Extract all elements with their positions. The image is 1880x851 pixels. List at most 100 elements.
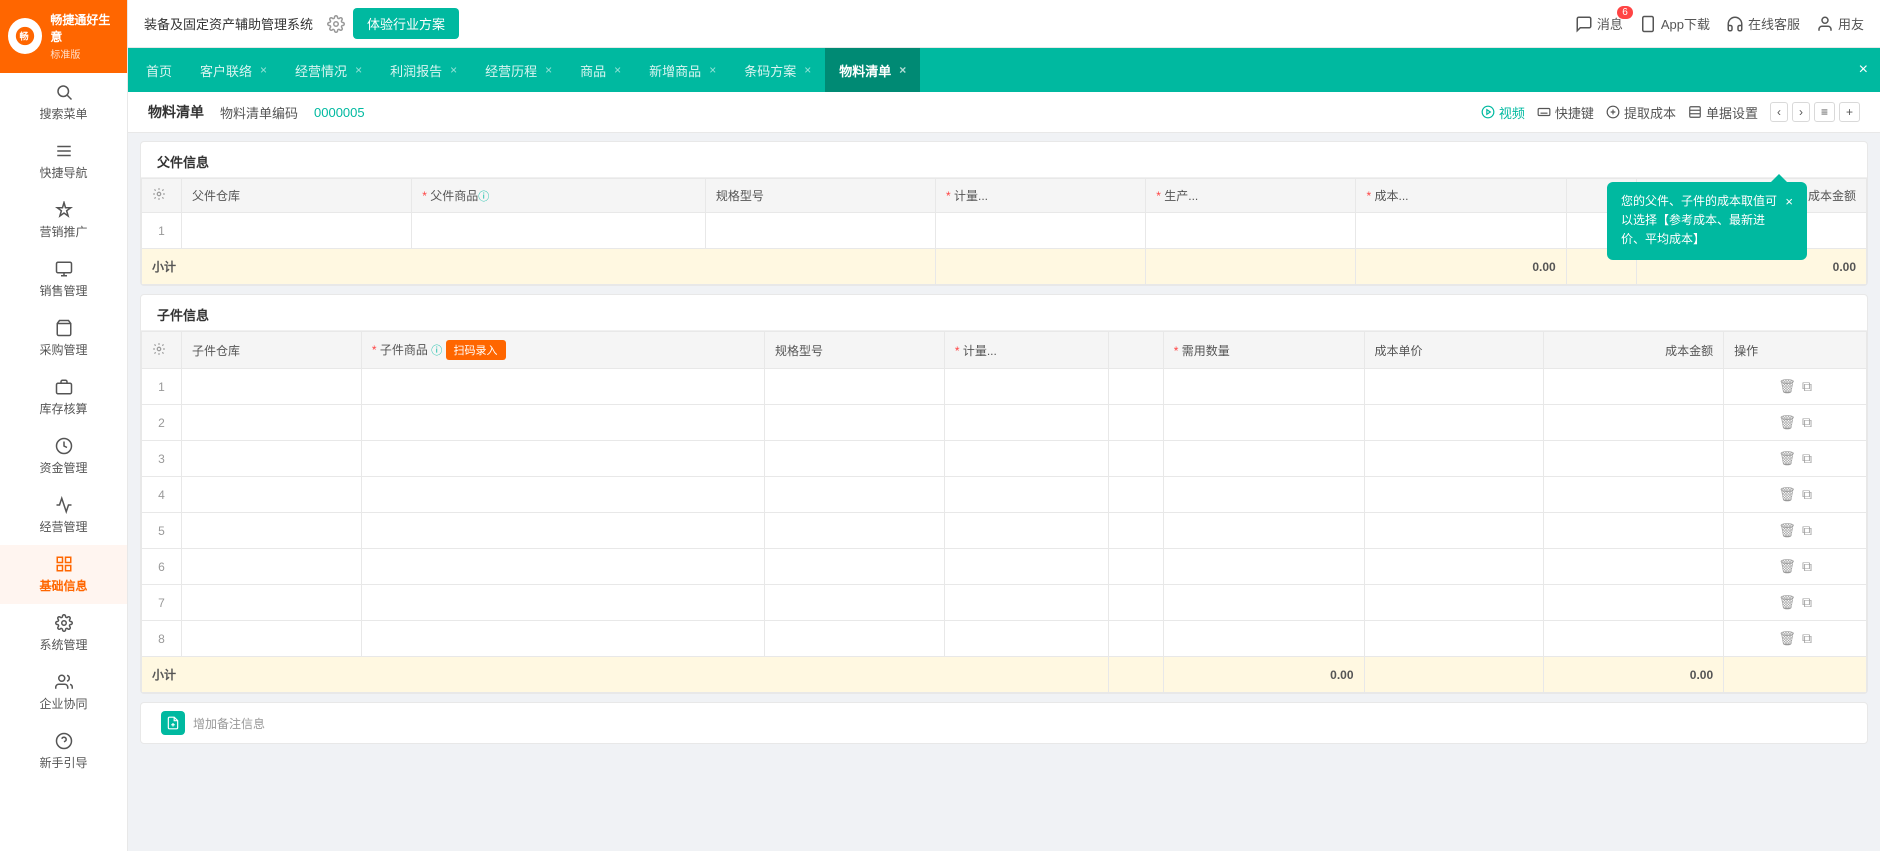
child-row-2-spec[interactable] xyxy=(765,405,945,441)
child-row-2-delete-icon[interactable]: 🗑 xyxy=(1778,414,1796,431)
child-row-7-unit-cost[interactable] xyxy=(1364,585,1544,621)
app-download-button[interactable]: App下载 xyxy=(1639,14,1710,33)
child-row-6-product[interactable] xyxy=(361,549,764,585)
child-row-8-product[interactable] xyxy=(361,621,764,657)
child-row-7-product[interactable] xyxy=(361,585,764,621)
child-row-3-product[interactable] xyxy=(361,441,764,477)
tooltip-close-button[interactable]: × xyxy=(1785,192,1793,213)
nav-add-button[interactable]: + xyxy=(1839,102,1860,122)
child-row-3-copy-icon[interactable]: ⧉ xyxy=(1802,450,1812,467)
child-row-8-warehouse[interactable] xyxy=(182,621,362,657)
parent-row-1-produce[interactable] xyxy=(1146,213,1356,249)
child-row-3-warehouse[interactable] xyxy=(182,441,362,477)
tab-profit[interactable]: 利润报告 × xyxy=(376,48,471,92)
child-row-8-delete-icon[interactable]: 🗑 xyxy=(1778,630,1796,647)
child-row-6-copy-icon[interactable]: ⧉ xyxy=(1802,558,1812,575)
tab-goods-close[interactable]: × xyxy=(614,63,621,77)
parent-row-1-product[interactable] xyxy=(412,213,706,249)
tab-operation-close[interactable]: × xyxy=(355,63,362,77)
tab-new-goods[interactable]: 新增商品 × xyxy=(635,48,730,92)
message-button[interactable]: 消息 6 xyxy=(1575,14,1623,33)
extract-cost-action[interactable]: 提取成本 xyxy=(1606,103,1676,122)
child-row-6-delete-icon[interactable]: 🗑 xyxy=(1778,558,1796,575)
user-menu[interactable]: 用友 xyxy=(1816,14,1864,33)
child-row-4-unit-cost[interactable] xyxy=(1364,477,1544,513)
child-row-3-spec[interactable] xyxy=(765,441,945,477)
tab-bom-close[interactable]: × xyxy=(899,63,906,77)
child-row-4-copy-icon[interactable]: ⧉ xyxy=(1802,486,1812,503)
child-row-3-delete-icon[interactable]: 🗑 xyxy=(1778,450,1796,467)
sidebar-item-basic[interactable]: 基础信息 xyxy=(0,545,127,604)
child-row-2-copy-icon[interactable]: ⧉ xyxy=(1802,414,1812,431)
child-row-2-qty[interactable] xyxy=(1163,405,1364,441)
tab-history[interactable]: 经营历程 × xyxy=(471,48,566,92)
sidebar-item-marketing[interactable]: 营销推广 xyxy=(0,191,127,250)
shortcut-action[interactable]: 快捷键 xyxy=(1537,103,1594,122)
child-row-8-spec[interactable] xyxy=(765,621,945,657)
child-row-8-copy-icon[interactable]: ⧉ xyxy=(1802,630,1812,647)
child-row-7-warehouse[interactable] xyxy=(182,585,362,621)
child-row-5-qty[interactable] xyxy=(1163,513,1364,549)
sidebar-item-coop[interactable]: 企业协同 xyxy=(0,663,127,722)
child-row-8-qty[interactable] xyxy=(1163,621,1364,657)
tab-customer[interactable]: 客户联络 × xyxy=(186,48,281,92)
tab-history-close[interactable]: × xyxy=(545,63,552,77)
nav-list-button[interactable]: ≡ xyxy=(1814,102,1835,122)
tab-barcode-close[interactable]: × xyxy=(804,63,811,77)
scan-input-button[interactable]: 扫码录入 xyxy=(446,340,506,360)
child-row-1-warehouse[interactable] xyxy=(182,369,362,405)
child-row-5-spec[interactable] xyxy=(765,513,945,549)
child-row-4-unit[interactable] xyxy=(944,477,1108,513)
child-row-7-spec[interactable] xyxy=(765,585,945,621)
single-setting-action[interactable]: 单据设置 xyxy=(1688,103,1758,122)
view-action[interactable]: 视频 xyxy=(1481,103,1525,122)
parent-row-1-spec[interactable] xyxy=(705,213,935,249)
child-row-3-qty[interactable] xyxy=(1163,441,1364,477)
tab-new-goods-close[interactable]: × xyxy=(709,63,716,77)
child-row-7-unit[interactable] xyxy=(944,585,1108,621)
child-row-5-unit[interactable] xyxy=(944,513,1108,549)
child-row-2-unit-cost[interactable] xyxy=(1364,405,1544,441)
gear-icon[interactable] xyxy=(327,15,345,33)
nav-prev-button[interactable]: ‹ xyxy=(1770,102,1788,122)
tab-goods[interactable]: 商品 × xyxy=(566,48,635,92)
child-row-3-unit-cost[interactable] xyxy=(1364,441,1544,477)
nav-next-button[interactable]: › xyxy=(1792,102,1810,122)
child-row-6-qty[interactable] xyxy=(1163,549,1364,585)
bottom-hint[interactable]: 增加备注信息 xyxy=(140,702,1868,744)
child-row-4-delete-icon[interactable]: 🗑 xyxy=(1778,486,1796,503)
child-row-8-unit[interactable] xyxy=(944,621,1108,657)
sidebar-item-system[interactable]: 系统管理 xyxy=(0,604,127,663)
child-row-1-unit-cost[interactable] xyxy=(1364,369,1544,405)
sidebar-item-stock[interactable]: 库存核算 xyxy=(0,368,127,427)
child-row-5-delete-icon[interactable]: 🗑 xyxy=(1778,522,1796,539)
tab-barcode[interactable]: 条码方案 × xyxy=(730,48,825,92)
child-row-8-unit-cost[interactable] xyxy=(1364,621,1544,657)
child-row-3-unit[interactable] xyxy=(944,441,1108,477)
child-row-4-product[interactable] xyxy=(361,477,764,513)
child-row-1-spec[interactable] xyxy=(765,369,945,405)
child-row-1-unit[interactable] xyxy=(944,369,1108,405)
close-all-tabs[interactable]: × xyxy=(1847,61,1880,79)
child-row-1-product[interactable] xyxy=(361,369,764,405)
child-row-5-warehouse[interactable] xyxy=(182,513,362,549)
settings-icon[interactable] xyxy=(152,187,166,201)
child-row-4-spec[interactable] xyxy=(765,477,945,513)
sidebar-item-purchase[interactable]: 采购管理 xyxy=(0,309,127,368)
child-row-1-copy-icon[interactable]: ⧉ xyxy=(1802,378,1812,395)
child-row-1-delete-icon[interactable]: 🗑 xyxy=(1778,378,1796,395)
industry-plan-button[interactable]: 体验行业方案 xyxy=(353,8,459,39)
child-row-5-product[interactable] xyxy=(361,513,764,549)
child-row-7-delete-icon[interactable]: 🗑 xyxy=(1778,594,1796,611)
child-row-6-spec[interactable] xyxy=(765,549,945,585)
child-row-1-qty[interactable] xyxy=(1163,369,1364,405)
child-settings-icon[interactable] xyxy=(152,342,166,356)
sidebar-item-sales[interactable]: 销售管理 xyxy=(0,250,127,309)
parent-row-1-warehouse[interactable] xyxy=(182,213,412,249)
sidebar-item-finance[interactable]: 资金管理 xyxy=(0,427,127,486)
child-row-6-warehouse[interactable] xyxy=(182,549,362,585)
child-row-2-unit[interactable] xyxy=(944,405,1108,441)
tab-profit-close[interactable]: × xyxy=(450,63,457,77)
parent-row-1-unit[interactable] xyxy=(936,213,1146,249)
child-row-7-copy-icon[interactable]: ⧉ xyxy=(1802,594,1812,611)
